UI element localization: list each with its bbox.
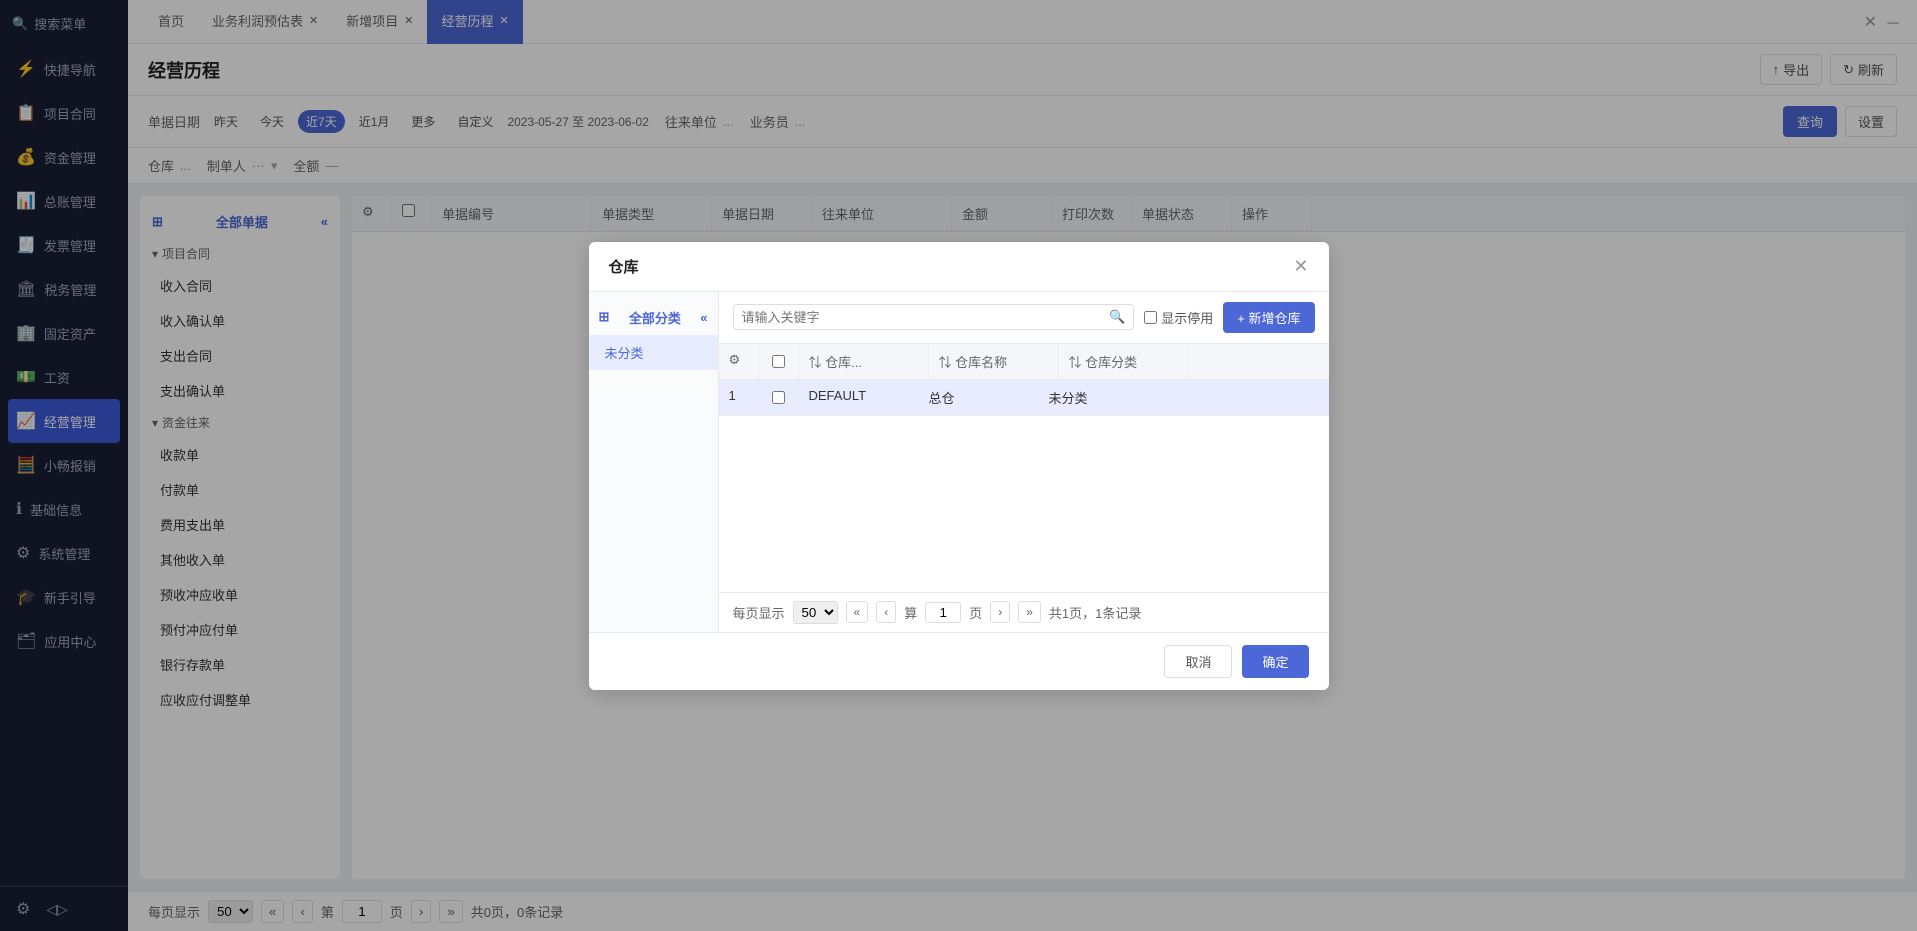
dialog-table: ⚙ ⇅ 仓库... ⇅ 仓库名称 ⇅ 仓库分类 — [719, 344, 1329, 592]
dialog-row-category: 未分类 — [1039, 380, 1159, 415]
dialog-search-icon[interactable]: 🔍 — [1109, 309, 1125, 325]
dialog-col-checkbox[interactable] — [759, 344, 799, 379]
dialog-close-button[interactable]: ✕ — [1293, 256, 1308, 277]
confirm-button[interactable]: 确定 — [1242, 645, 1308, 678]
dialog-row-checkbox[interactable] — [759, 380, 799, 415]
dialog-search-box: 🔍 — [733, 304, 1135, 330]
dialog-col-code: ⇅ 仓库... — [799, 344, 929, 379]
warehouse-dialog: 仓库 ✕ ⊞ 全部分类 « 未分类 🔍 — [589, 242, 1329, 690]
dialog-collapse-icon[interactable]: « — [700, 310, 707, 325]
dialog-main: 🔍 显示停用 + 新增仓库 ⚙ — [719, 292, 1329, 632]
dialog-first-page-btn[interactable]: « — [846, 601, 869, 623]
show-disabled-checkbox-label[interactable]: 显示停用 — [1144, 308, 1213, 327]
dialog-total-label: 共1页，1条记录 — [1049, 603, 1141, 622]
dialog-sidebar: ⊞ 全部分类 « 未分类 — [589, 292, 719, 632]
dialog-per-page-label: 每页显示 — [733, 603, 785, 622]
dialog-row-code: DEFAULT — [799, 380, 919, 415]
dialog-page-label: 算 — [904, 603, 917, 622]
sort-icon-code[interactable]: ⇅ — [809, 355, 822, 370]
dialog-title: 仓库 — [609, 256, 639, 277]
dialog-select-all[interactable] — [772, 355, 785, 368]
cancel-button[interactable]: 取消 — [1164, 645, 1232, 678]
dialog-page-input[interactable] — [925, 602, 961, 623]
dialog-toolbar: 🔍 显示停用 + 新增仓库 — [719, 292, 1329, 344]
dialog-actions: 取消 确定 — [589, 632, 1329, 690]
dialog-row-index: 1 — [719, 380, 759, 415]
show-disabled-label: 显示停用 — [1161, 308, 1213, 327]
dialog-page-suffix: 页 — [969, 603, 982, 622]
dialog-search-input[interactable] — [742, 310, 1104, 325]
dialog-col-category: ⇅ 仓库分类 — [1059, 344, 1189, 379]
dialog-row-name: 总仓 — [919, 380, 1039, 415]
settings-icon-2: ⚙ — [729, 352, 741, 367]
grid-icon: ⊞ — [599, 309, 610, 325]
dialog-all-category[interactable]: ⊞ 全部分类 « — [589, 300, 718, 335]
dialog-header: 仓库 ✕ — [589, 242, 1329, 292]
dialog-last-page-btn[interactable]: » — [1018, 601, 1041, 623]
modal-overlay: 仓库 ✕ ⊞ 全部分类 « 未分类 🔍 — [0, 0, 1917, 931]
all-category-label: 全部分类 — [629, 308, 681, 327]
dialog-pagination: 每页显示 50 « ‹ 算 页 › » 共1页，1条记录 — [719, 592, 1329, 632]
add-warehouse-button[interactable]: + 新增仓库 — [1223, 302, 1314, 333]
dialog-col-settings[interactable]: ⚙ — [719, 344, 759, 379]
dialog-next-page-btn[interactable]: › — [990, 601, 1010, 623]
dialog-per-page-select[interactable]: 50 — [793, 601, 838, 624]
sort-icon-cat[interactable]: ⇅ — [1069, 355, 1082, 370]
dialog-prev-page-btn[interactable]: ‹ — [876, 601, 896, 623]
dialog-col-name: ⇅ 仓库名称 — [929, 344, 1059, 379]
sort-icon-name[interactable]: ⇅ — [939, 355, 952, 370]
dialog-table-header: ⚙ ⇅ 仓库... ⇅ 仓库名称 ⇅ 仓库分类 — [719, 344, 1329, 380]
dialog-body: ⊞ 全部分类 « 未分类 🔍 显示停用 — [589, 292, 1329, 632]
show-disabled-checkbox[interactable] — [1144, 311, 1157, 324]
dialog-row-check-1[interactable] — [772, 391, 785, 404]
dialog-sidebar-uncategorized[interactable]: 未分类 — [589, 335, 718, 370]
dialog-table-row[interactable]: 1 DEFAULT 总仓 未分类 — [719, 380, 1329, 416]
